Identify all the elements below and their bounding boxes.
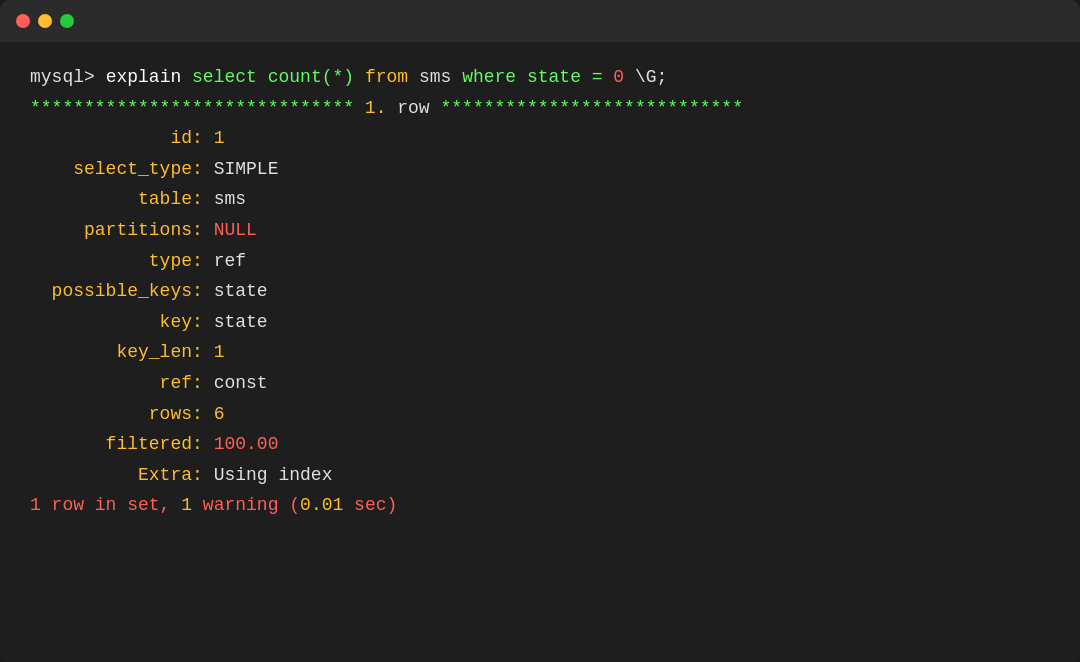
command-end: \G; — [624, 67, 667, 87]
select-keyword: select — [192, 67, 268, 87]
stars-left: ****************************** — [30, 98, 354, 118]
footer-prefix: 1 row in set, — [30, 495, 181, 515]
minimize-dot[interactable] — [38, 14, 52, 28]
titlebar — [0, 0, 1080, 42]
field-value-rows: 6 — [203, 404, 225, 424]
field-value-ref: const — [203, 373, 268, 393]
field-value-possible-keys: state — [203, 281, 268, 301]
field-rows: rows: 6 — [30, 399, 1050, 430]
field-value-partitions: NULL — [203, 220, 257, 240]
explain-keyword: explain — [106, 67, 192, 87]
field-label-filtered: filtered: — [30, 434, 203, 454]
field-label-key: key: — [30, 312, 203, 332]
footer-warning-num: 1 — [181, 495, 192, 515]
field-label-select-type: select_type: — [30, 159, 203, 179]
field-label-possible-keys: possible_keys: — [30, 281, 203, 301]
field-type: type: ref — [30, 246, 1050, 277]
field-possible-keys: possible_keys: state — [30, 276, 1050, 307]
row-label: row — [386, 98, 440, 118]
field-key: key: state — [30, 307, 1050, 338]
count-func: count(*) — [268, 67, 365, 87]
footer-sec: sec) — [343, 495, 397, 515]
maximize-dot[interactable] — [60, 14, 74, 28]
field-key-len: key_len: 1 — [30, 337, 1050, 368]
field-label-rows: rows: — [30, 404, 203, 424]
field-value-filtered: 100.00 — [203, 434, 279, 454]
terminal-window: mysql> explain select count(*) from sms … — [0, 0, 1080, 662]
field-label-extra: Extra: — [30, 465, 203, 485]
field-label-table: table: — [30, 189, 203, 209]
field-value-id: 1 — [203, 128, 225, 148]
field-label-ref: ref: — [30, 373, 203, 393]
close-dot[interactable] — [16, 14, 30, 28]
command-line: mysql> explain select count(*) from sms … — [30, 62, 1050, 93]
field-select-type: select_type: SIMPLE — [30, 154, 1050, 185]
from-keyword: from — [365, 67, 419, 87]
field-value-key: state — [203, 312, 268, 332]
field-partitions: partitions: NULL — [30, 215, 1050, 246]
field-label-type: type: — [30, 251, 203, 271]
field-label-partitions: partitions: — [30, 220, 203, 240]
field-ref: ref: const — [30, 368, 1050, 399]
table-name: sms — [419, 67, 462, 87]
field-table: table: sms — [30, 184, 1050, 215]
footer-warning-text: warning ( — [192, 495, 300, 515]
stars-right: **************************** — [440, 98, 742, 118]
where-keyword: where — [462, 67, 527, 87]
terminal-body: mysql> explain select count(*) from sms … — [0, 42, 1080, 662]
field-extra: Extra: Using index — [30, 460, 1050, 491]
state-eq: state = — [527, 67, 613, 87]
field-value-table: sms — [203, 189, 246, 209]
field-id: id: 1 — [30, 123, 1050, 154]
zero-value: 0 — [613, 67, 624, 87]
footer-line: 1 row in set, 1 warning (0.01 sec) — [30, 490, 1050, 521]
field-filtered: filtered: 100.00 — [30, 429, 1050, 460]
prompt: mysql> — [30, 67, 106, 87]
field-value-extra: Using index — [203, 465, 333, 485]
field-label-id: id: — [30, 128, 203, 148]
row-number: 1. — [354, 98, 386, 118]
field-value-select-type: SIMPLE — [203, 159, 279, 179]
footer-time: 0.01 — [300, 495, 343, 515]
field-value-key-len: 1 — [203, 342, 225, 362]
field-value-type: ref — [203, 251, 246, 271]
field-label-key-len: key_len: — [30, 342, 203, 362]
separator-line: ****************************** 1. row **… — [30, 93, 1050, 124]
